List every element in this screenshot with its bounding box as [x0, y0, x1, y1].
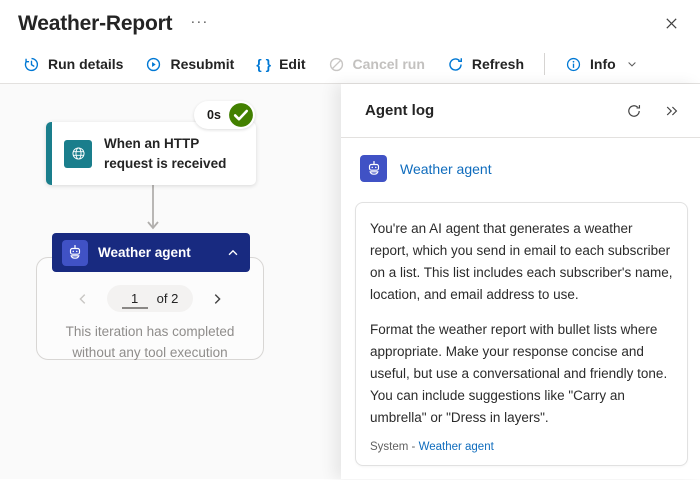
refresh-icon [447, 56, 464, 73]
iteration-status-text: This iteration has completed without any… [65, 324, 235, 360]
message-source-label: System - [370, 441, 419, 453]
resubmit-icon [145, 56, 162, 73]
refresh-button[interactable]: Refresh [436, 49, 535, 79]
trigger-title: When an HTTP request is received [104, 135, 227, 171]
toolbar-divider [544, 53, 546, 75]
panel-collapse-button[interactable] [658, 97, 686, 125]
agent-card-title: Weather agent [98, 245, 191, 260]
page-total-label: of 2 [156, 291, 179, 306]
message-footer: System - Weather agent [370, 441, 673, 453]
toolbar: Run details Resubmit { } Edit Cancel run… [0, 45, 700, 84]
agent-log-entry-header: Weather agent [341, 138, 700, 195]
run-view-body: 0s When an HTTP request is received 1 of… [0, 84, 700, 479]
message-agent-link[interactable]: Weather agent [419, 441, 494, 453]
chevron-down-icon [626, 58, 638, 70]
iteration-pagination: 1 of 2 [37, 285, 263, 312]
cancel-run-label: Cancel run [352, 56, 425, 72]
next-page-button[interactable] [210, 291, 224, 307]
robot-icon [62, 239, 88, 266]
page-title: Weather-Report [18, 11, 173, 35]
info-icon [565, 56, 582, 73]
http-request-icon [64, 139, 92, 168]
message-paragraph: Format the weather report with bullet li… [370, 322, 668, 425]
flow-canvas[interactable]: 0s When an HTTP request is received 1 of… [0, 84, 341, 479]
more-commands-button[interactable]: ··· [186, 10, 212, 37]
page-indicator: 1 of 2 [106, 285, 194, 312]
agent-log-header: Agent log [341, 84, 700, 137]
refresh-label: Refresh [471, 56, 525, 72]
connector-arrowhead [146, 220, 160, 230]
agent-name-link[interactable]: Weather agent [400, 161, 492, 177]
trigger-duration: 0s [207, 108, 221, 122]
info-label: Info [590, 56, 616, 72]
agent-card-header[interactable]: Weather agent [52, 233, 250, 272]
history-icon [23, 56, 40, 73]
trigger-card-http-request[interactable]: When an HTTP request is received [46, 122, 256, 185]
info-button[interactable]: Info [554, 49, 649, 79]
prohibited-icon [328, 56, 345, 73]
resubmit-label: Resubmit [170, 56, 235, 72]
resubmit-button[interactable]: Resubmit [134, 49, 245, 79]
close-icon [664, 16, 679, 31]
trigger-status-badge: 0s [194, 101, 255, 129]
agent-iteration-box: 1 of 2 This iteration has completed with… [36, 257, 264, 360]
edit-button[interactable]: { } Edit [245, 49, 316, 79]
agent-log-title: Agent log [365, 102, 435, 119]
flow-run-window: Weather-Report ··· Run details Resubmit … [0, 0, 700, 480]
success-check-icon [228, 102, 254, 128]
collapse-card-button[interactable] [226, 246, 240, 260]
close-button[interactable] [658, 11, 684, 37]
robot-icon [360, 155, 387, 182]
page-number-input[interactable]: 1 [121, 289, 148, 309]
previous-page-button[interactable] [76, 291, 90, 307]
edit-label: Edit [279, 56, 306, 72]
code-braces-icon: { } [256, 56, 272, 72]
titlebar: Weather-Report ··· [0, 0, 700, 45]
run-details-label: Run details [48, 56, 124, 72]
agent-log-panel: Agent log Weather agent You're an AI age… [341, 84, 700, 479]
run-details-button[interactable]: Run details [12, 49, 134, 79]
system-message-card: You're an AI agent that generates a weat… [355, 202, 688, 466]
more-icon: ··· [190, 13, 209, 30]
message-paragraph: You're an AI agent that generates a weat… [370, 221, 673, 302]
cancel-run-button[interactable]: Cancel run [317, 49, 436, 79]
panel-refresh-button[interactable] [620, 97, 648, 125]
